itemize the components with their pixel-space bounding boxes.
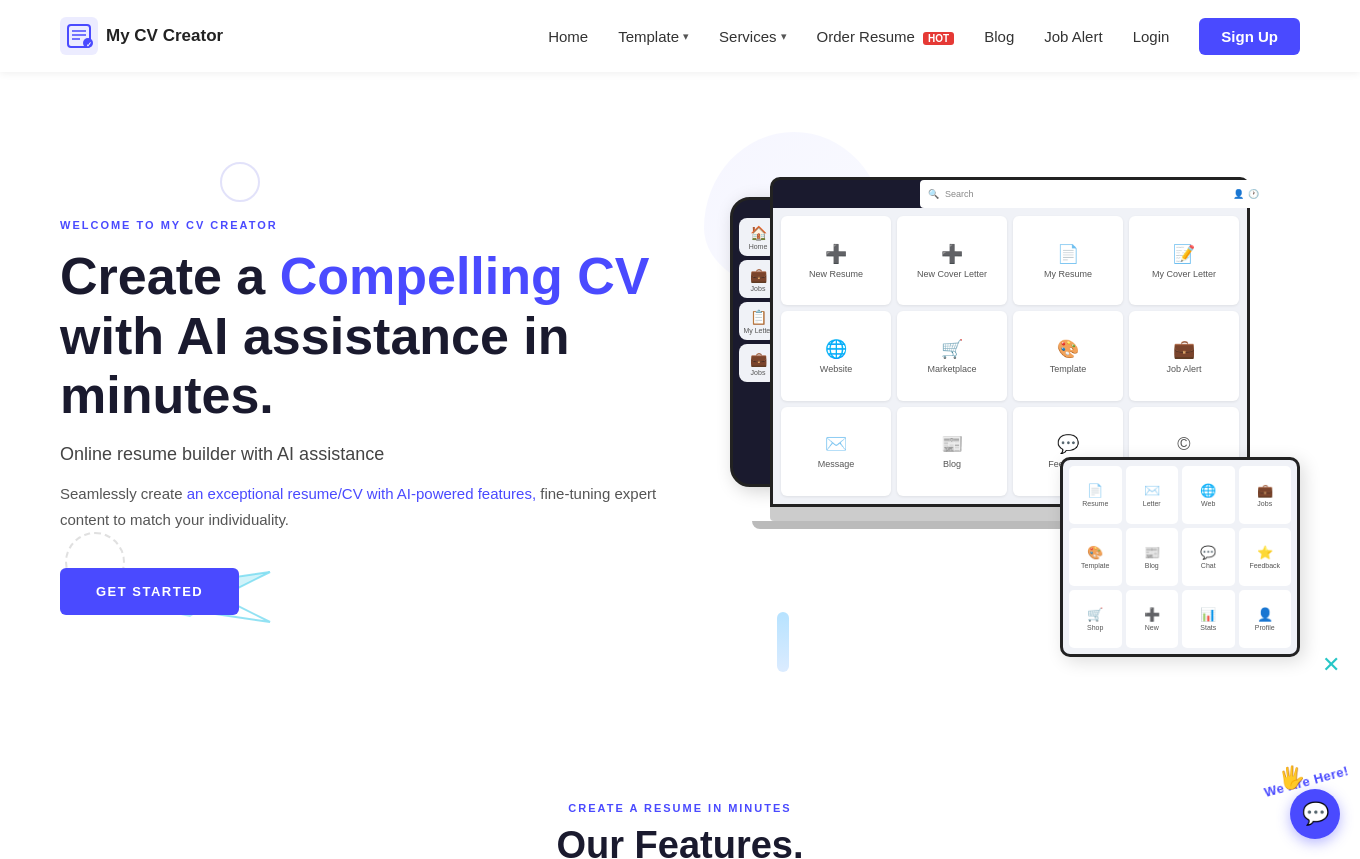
list-item: 📝My Cover Letter	[1129, 216, 1239, 305]
nav-signup[interactable]: Sign Up	[1199, 18, 1300, 55]
avatar-icon: 👤	[1233, 189, 1244, 199]
tablet-mockup: 📄Resume ✉️Letter 🌐Web 💼Jobs 🎨Template 📰B…	[1060, 457, 1300, 657]
history-icon: 🕐	[1248, 189, 1250, 199]
hero-title-part1: Create a	[60, 247, 280, 305]
hero-title: Create a Compelling CV with AI assistanc…	[60, 247, 705, 426]
chat-bubble-icon: 💬	[1302, 801, 1329, 827]
nav-template[interactable]: Template ▾	[618, 28, 689, 45]
features-title: Our Features.	[60, 824, 1300, 859]
services-chevron-icon: ▾	[781, 30, 787, 43]
hero-title-part2: with AI assistance in minutes.	[60, 307, 570, 425]
myletter-icon: 📋	[750, 309, 767, 325]
list-item: 💼Jobs	[1239, 466, 1292, 524]
list-item: 🌐Web	[1182, 466, 1235, 524]
logo-text: My CV Creator	[106, 26, 223, 46]
hero-desc: Seamlessly create an exceptional resume/…	[60, 481, 705, 532]
bottom-section: CREATE A RESUME IN MINUTES Our Features.	[0, 752, 1360, 859]
nav-login[interactable]: Login	[1133, 28, 1170, 45]
list-item: 🛒Marketplace	[897, 311, 1007, 400]
jobs2-icon: 💼	[750, 351, 767, 367]
device-mockup: 🏠Home ✉️Letter 📄Resume 💼Jobs 🌐Website 📝M…	[740, 177, 1300, 657]
list-item: ➕New	[1126, 590, 1179, 648]
hero-desc-link[interactable]: an exceptional resume/CV with AI-powered…	[187, 485, 536, 502]
close-icon[interactable]: ✕	[1322, 652, 1340, 678]
hero-section: WELCOME TO MY CV CREATOR Create a Compel…	[0, 72, 1360, 752]
list-item: 💬Chat	[1182, 528, 1235, 586]
hero-desc-before: Seamlessly create	[60, 485, 187, 502]
chat-bubble-button[interactable]: 💬	[1290, 789, 1340, 839]
list-item: ✉️Letter	[1126, 466, 1179, 524]
nav-links: Home Template ▾ Services ▾ Order Resume …	[548, 18, 1300, 55]
list-item: 🎨Template	[1069, 528, 1122, 586]
list-item: 📄Resume	[1069, 466, 1122, 524]
wave-icon: 🖐	[1278, 765, 1305, 791]
list-item: ✉️Message	[781, 407, 891, 496]
deco-circle-top	[220, 162, 260, 202]
list-item: 💼Job Alert	[1129, 311, 1239, 400]
list-item: 🎨Template	[1013, 311, 1123, 400]
logo-icon: ✓	[60, 17, 98, 55]
hero-title-highlight: Compelling CV	[280, 247, 650, 305]
nav-blog[interactable]: Blog	[984, 28, 1014, 45]
list-item: 🌐Website	[781, 311, 891, 400]
list-item: ⭐Feedback	[1239, 528, 1292, 586]
list-item: 📰Blog	[897, 407, 1007, 496]
home-icon: 🏠	[750, 225, 767, 241]
hot-badge: Hot	[923, 32, 954, 45]
list-item: 📰Blog	[1126, 528, 1179, 586]
nav-services[interactable]: Services ▾	[719, 28, 787, 45]
nav-order-resume[interactable]: Order Resume Hot	[817, 28, 955, 45]
hero-subtitle: Online resume builder with AI assistance	[60, 444, 705, 465]
list-item: 👤Profile	[1239, 590, 1292, 648]
nav-job-alert[interactable]: Job Alert	[1044, 28, 1102, 45]
list-item: 🛒Shop	[1069, 590, 1122, 648]
svg-rect-0	[60, 17, 98, 55]
hero-left: WELCOME TO MY CV CREATOR Create a Compel…	[60, 219, 705, 615]
nav-home[interactable]: Home	[548, 28, 588, 45]
create-label: CREATE A RESUME IN MINUTES	[60, 802, 1300, 814]
welcome-label: WELCOME TO MY CV CREATOR	[60, 219, 705, 231]
jobs-icon: 💼	[750, 267, 767, 283]
navbar: ✓ My CV Creator Home Template ▾ Services…	[0, 0, 1360, 72]
list-item: ➕New Resume	[781, 216, 891, 305]
hero-right: 🏠Home ✉️Letter 📄Resume 💼Jobs 🌐Website 📝M…	[705, 177, 1300, 657]
search-icon: 🔍	[928, 189, 939, 199]
logo-link[interactable]: ✓ My CV Creator	[60, 17, 223, 55]
list-item: 📊Stats	[1182, 590, 1235, 648]
template-chevron-icon: ▾	[683, 30, 689, 43]
svg-text:✓: ✓	[86, 41, 92, 48]
list-item: ➕New Cover Letter	[897, 216, 1007, 305]
tablet-app-grid: 📄Resume ✉️Letter 🌐Web 💼Jobs 🎨Template 📰B…	[1063, 460, 1297, 654]
list-item: 📄My Resume	[1013, 216, 1123, 305]
get-started-button[interactable]: GET STARTED	[60, 568, 239, 615]
